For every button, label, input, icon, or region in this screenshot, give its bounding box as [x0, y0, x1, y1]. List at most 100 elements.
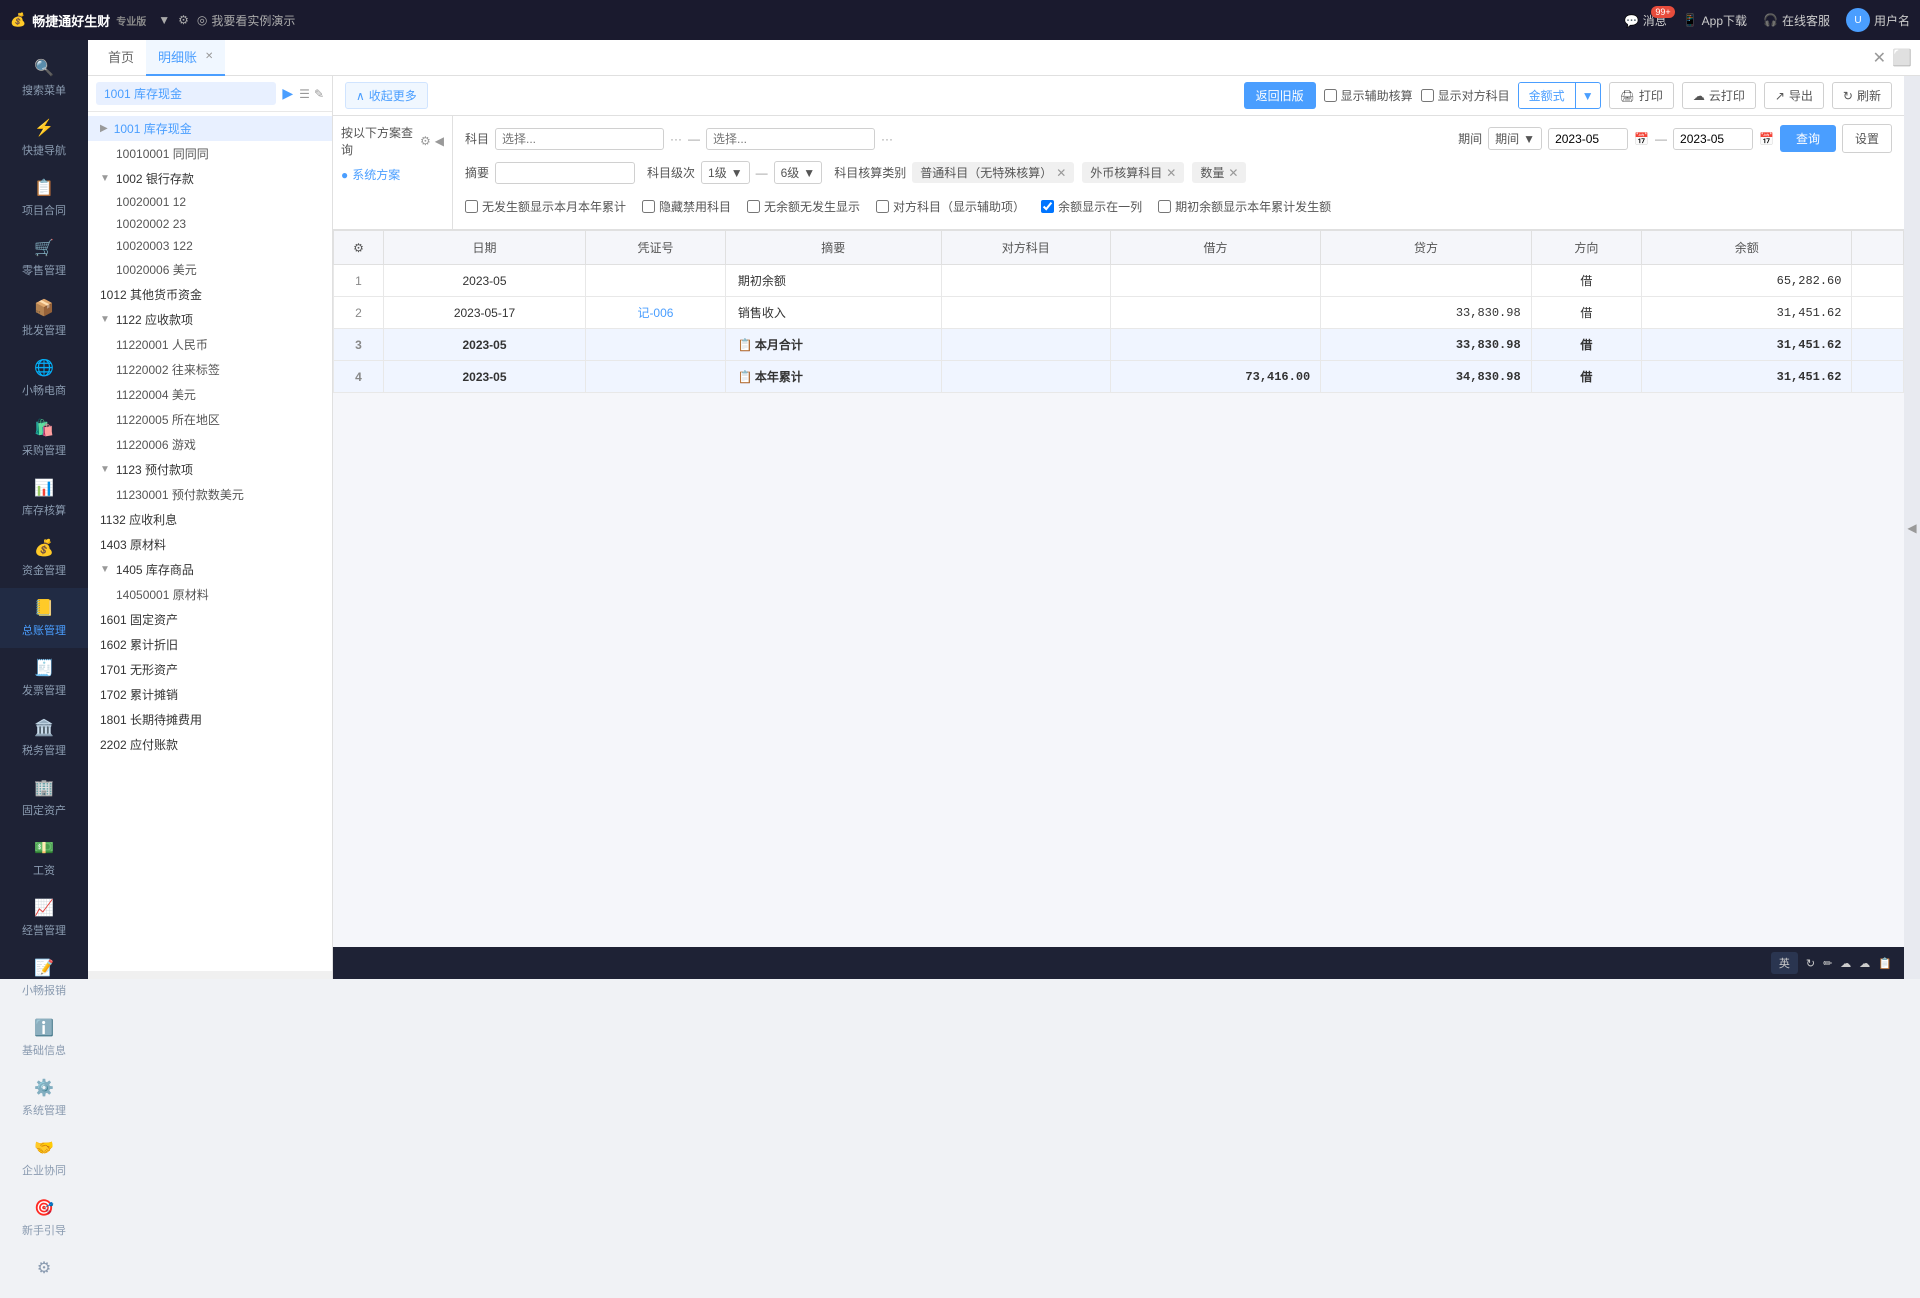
print-button[interactable]: 🖨 打印 — [1609, 82, 1674, 109]
tree-node-1123[interactable]: ▼ 1123 预付款项 — [88, 457, 332, 482]
sidebar-item-search[interactable]: 🔍 搜索菜单 — [0, 48, 88, 108]
tag-foreign-close[interactable]: ✕ — [1166, 166, 1176, 180]
tree-node-1001[interactable]: ▶ 1001 库存现金 — [88, 116, 332, 141]
status-icon-3[interactable]: ☁ — [1840, 957, 1851, 970]
sidebar-item-fixed-assets[interactable]: 🏢 固定资产 — [0, 768, 88, 828]
sidebar-item-basic-info[interactable]: ℹ️ 基础信息 — [0, 1008, 88, 1068]
filter-period-start-input[interactable] — [1548, 128, 1628, 150]
tree-node-1601[interactable]: 1601 固定资产 — [88, 607, 332, 632]
tree-scrollbar[interactable] — [88, 971, 332, 979]
tab-home[interactable]: 首页 — [96, 40, 146, 76]
checkbox-period-balance[interactable]: 期初余额显示本年累计发生额 — [1158, 198, 1331, 215]
account-edit-icon[interactable]: ✎ — [314, 87, 324, 101]
show-counterpart-checkbox[interactable]: 显示对方科目 — [1421, 87, 1510, 104]
status-icon-4[interactable]: ☁ — [1859, 957, 1870, 970]
filter-settings-icon[interactable]: ⚙ — [420, 134, 431, 148]
tree-node-11230001[interactable]: 11230001 预付款数美元 — [88, 482, 332, 507]
tree-node-10020002[interactable]: 10020002 23 — [88, 213, 332, 235]
sidebar-item-ecommerce[interactable]: 🌐 小畅电商 — [0, 348, 88, 408]
tree-node-11220002[interactable]: 11220002 往来标签 — [88, 357, 332, 382]
window-close-icon[interactable]: ✕ — [1873, 48, 1886, 68]
sidebar-item-invoice[interactable]: 🧾 发票管理 — [0, 648, 88, 708]
company-dropdown[interactable]: ▼ — [158, 13, 170, 27]
filter-account-more-icon2[interactable]: ··· — [881, 132, 893, 146]
message-button[interactable]: 💬 99+ 消息 — [1624, 12, 1666, 29]
checkbox-no-balance2[interactable]: 无余额无发生显示 — [747, 198, 860, 215]
tab-detail[interactable]: 明细账 ✕ — [146, 40, 225, 76]
tree-node-11220004[interactable]: 11220004 美元 — [88, 382, 332, 407]
right-collapse-panel[interactable]: ◀ — [1904, 76, 1920, 979]
tree-node-1702[interactable]: 1702 累计摊销 — [88, 682, 332, 707]
sidebar-item-ledger[interactable]: 📒 总账管理 — [0, 588, 88, 648]
account-nav-arrow[interactable]: ▶ — [282, 85, 293, 102]
filter-level-end-select[interactable]: 6级 ▼ — [774, 161, 823, 184]
sidebar-item-expense[interactable]: 📝 小畅报销 — [0, 948, 88, 1008]
calendar-start-icon[interactable]: 📅 — [1634, 132, 1649, 146]
expand-filter-button[interactable]: ∧ 收起更多 — [345, 82, 428, 109]
tree-node-1701[interactable]: 1701 无形资产 — [88, 657, 332, 682]
sidebar-item-quick-nav[interactable]: ⚡ 快捷导航 — [0, 108, 88, 168]
refresh-button[interactable]: ↻ 刷新 — [1832, 82, 1892, 109]
system-scheme-button[interactable]: ● 系统方案 — [341, 166, 444, 183]
checkbox-balance-col[interactable]: 余额显示在一列 — [1041, 198, 1142, 215]
sidebar-item-finance[interactable]: 💰 资金管理 — [0, 528, 88, 588]
tree-node-11220001[interactable]: 11220001 人民币 — [88, 332, 332, 357]
cloud-print-button[interactable]: ☁ 云打印 — [1682, 82, 1756, 109]
filter-collapse-icon[interactable]: ◀ — [435, 134, 444, 148]
sidebar-item-cooperation[interactable]: 🤝 企业协同 — [0, 1128, 88, 1188]
tree-node-1602[interactable]: 1602 累计折旧 — [88, 632, 332, 657]
lang-switcher[interactable]: 英 — [1771, 952, 1798, 974]
amount-type-dropdown-icon[interactable]: ▼ — [1576, 85, 1600, 107]
user-profile[interactable]: U 用户名 — [1846, 8, 1910, 32]
sidebar-item-wholesale[interactable]: 📦 批发管理 — [0, 288, 88, 348]
filter-account-input2[interactable] — [706, 128, 875, 150]
tab-close-icon[interactable]: ✕ — [205, 51, 213, 62]
filter-period-type-select[interactable]: 期间 ▼ — [1488, 127, 1542, 150]
export-button[interactable]: ↗ 导出 — [1764, 82, 1824, 109]
sidebar-item-salary[interactable]: 💵 工资 — [0, 828, 88, 888]
tree-node-11220006[interactable]: 11220006 游戏 — [88, 432, 332, 457]
tag-normal-close[interactable]: ✕ — [1056, 166, 1066, 180]
tree-node-11220005[interactable]: 11220005 所在地区 — [88, 407, 332, 432]
sidebar-item-guide[interactable]: 🎯 新手引导 — [0, 1188, 88, 1248]
tree-node-1801[interactable]: 1801 长期待摊费用 — [88, 707, 332, 732]
sidebar-item-purchase[interactable]: 🛍️ 采购管理 — [0, 408, 88, 468]
status-icon-1[interactable]: ↻ — [1806, 957, 1815, 970]
status-icon-5[interactable]: 📋 — [1878, 957, 1892, 970]
return-old-version-button[interactable]: 返回旧版 — [1244, 82, 1316, 109]
filter-account-input[interactable] — [495, 128, 664, 150]
sidebar-settings-button[interactable]: ⚙ — [33, 1248, 55, 1288]
sidebar-item-retail[interactable]: 🛒 零售管理 — [0, 228, 88, 288]
tree-node-2202[interactable]: 2202 应付账款 — [88, 732, 332, 757]
amount-type-label[interactable]: 金额式 — [1519, 83, 1576, 108]
filter-account-more-icon[interactable]: ··· — [670, 132, 682, 146]
show-aux-checkbox[interactable]: 显示辅助核算 — [1324, 87, 1413, 104]
tree-node-1122[interactable]: ▼ 1122 应收款项 — [88, 307, 332, 332]
sidebar-item-tax[interactable]: 🏛️ 税务管理 — [0, 708, 88, 768]
tree-node-1002[interactable]: ▼ 1002 银行存款 — [88, 166, 332, 191]
window-maximize-icon[interactable]: ⬜ — [1892, 48, 1912, 68]
tree-node-1403[interactable]: 1403 原材料 — [88, 532, 332, 557]
checkbox-hide-disabled[interactable]: 隐藏禁用科目 — [642, 198, 731, 215]
tree-node-10010001[interactable]: 10010001 同同同 — [88, 141, 332, 166]
query-button[interactable]: 查询 — [1780, 125, 1836, 152]
filter-summary-input[interactable] — [495, 162, 635, 184]
checkbox-counterpart[interactable]: 对方科目（显示辅助项） — [876, 198, 1025, 215]
tree-node-1012[interactable]: 1012 其他货币资金 — [88, 282, 332, 307]
sidebar-item-system[interactable]: ⚙️ 系统管理 — [0, 1068, 88, 1128]
account-selected-tag[interactable]: 1001 库存现金 — [96, 82, 276, 105]
amount-type-selector[interactable]: 金额式 ▼ — [1518, 82, 1601, 109]
filter-level-start-select[interactable]: 1级 ▼ — [701, 161, 750, 184]
filter-settings-button[interactable]: 设置 — [1842, 124, 1892, 153]
settings-icon[interactable]: ⚙ — [170, 13, 197, 27]
tree-node-10020001[interactable]: 10020001 12 — [88, 191, 332, 213]
checkbox-no-balance[interactable]: 无发生额显示本月本年累计 — [465, 198, 626, 215]
online-service-button[interactable]: 🎧 在线客服 — [1763, 12, 1830, 29]
tree-node-10020006[interactable]: 10020006 美元 — [88, 257, 332, 282]
tree-node-1405[interactable]: ▼ 1405 库存商品 — [88, 557, 332, 582]
sidebar-item-inventory[interactable]: 📊 库存核算 — [0, 468, 88, 528]
status-icon-2[interactable]: ✏ — [1823, 957, 1832, 970]
demo-link[interactable]: ◎ 我要看实例演示 — [197, 12, 296, 29]
tree-node-10020003[interactable]: 10020003 122 — [88, 235, 332, 257]
tree-node-14050001[interactable]: 14050001 原材料 — [88, 582, 332, 607]
